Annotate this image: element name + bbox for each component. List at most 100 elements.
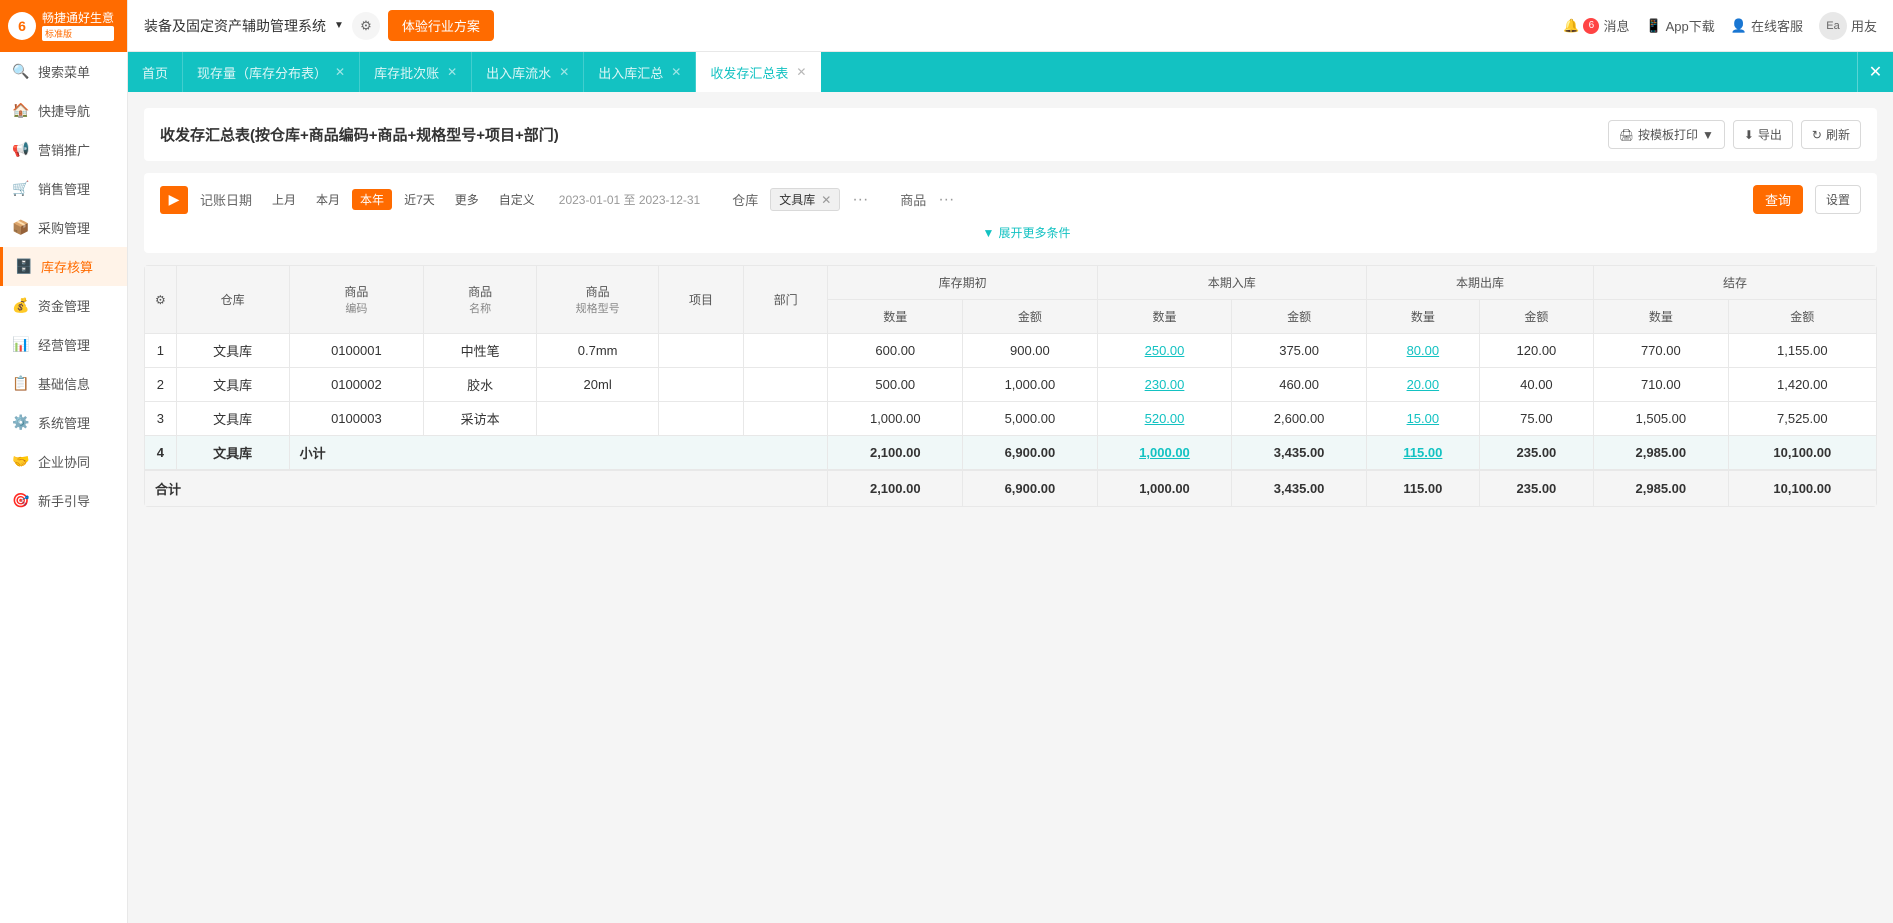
- filter-area: ▶ 记账日期 上月 本月 本年 近7天 更多 自定义 2023-01-01 至 …: [144, 173, 1877, 253]
- expand-conditions-button[interactable]: ▼ 展开更多条件: [983, 224, 1071, 241]
- shortcut-more[interactable]: 更多: [447, 189, 487, 210]
- logo-icon: 6: [8, 12, 36, 40]
- row-in-amount: 460.00: [1232, 368, 1367, 402]
- sidebar-item-system[interactable]: ⚙️ 系统管理: [0, 403, 127, 442]
- warehouse-label: 仓库: [732, 190, 758, 209]
- row-department: [743, 334, 828, 368]
- user-menu[interactable]: Ea 用友: [1819, 12, 1877, 40]
- service-icon: 👤: [1731, 18, 1747, 34]
- online-service-button[interactable]: 👤 在线客服: [1731, 16, 1803, 35]
- sidebar-item-search[interactable]: 🔍 搜索菜单: [0, 52, 127, 91]
- tab-summary[interactable]: 出入库汇总 ✕: [584, 52, 696, 92]
- expand-icon: ▼: [983, 226, 995, 240]
- col-in-amount: 金额: [1232, 300, 1367, 334]
- close-all-tabs-button[interactable]: ✕: [1857, 52, 1893, 92]
- row-no: 3: [145, 402, 177, 436]
- operations-icon: 📊: [12, 336, 30, 354]
- subtotal-in-qty[interactable]: 1,000.00: [1097, 436, 1232, 471]
- tab-summary-close[interactable]: ✕: [671, 65, 681, 79]
- shortcut-7days[interactable]: 近7天: [396, 189, 443, 210]
- app-download-label: App下载: [1666, 16, 1715, 35]
- page-title: 收发存汇总表(按仓库+商品编码+商品+规格型号+项目+部门): [160, 124, 559, 145]
- date-label: 记账日期: [200, 190, 252, 209]
- bell-icon: 🔔: [1563, 18, 1579, 34]
- page-header: 收发存汇总表(按仓库+商品编码+商品+规格型号+项目+部门) 🖨 按模板打印 ▼…: [144, 108, 1877, 161]
- tab-batch[interactable]: 库存批次账 ✕: [360, 52, 472, 92]
- page-title-row: 收发存汇总表(按仓库+商品编码+商品+规格型号+项目+部门) 🖨 按模板打印 ▼…: [160, 120, 1861, 149]
- notification-button[interactable]: 🔔 6 消息: [1563, 16, 1629, 35]
- tab-batch-label: 库存批次账: [374, 63, 439, 82]
- col-opening-amount: 金额: [963, 300, 1098, 334]
- table-row: 1 文具库 0100001 中性笔 0.7mm 600.00 900.00 25…: [145, 334, 1877, 368]
- warehouse-more-btn[interactable]: ···: [852, 191, 868, 209]
- tab-flow[interactable]: 出入库流水 ✕: [472, 52, 584, 92]
- sidebar-item-label: 库存核算: [41, 257, 93, 276]
- total-balance-qty: 2,985.00: [1594, 470, 1729, 507]
- row-in-qty[interactable]: 520.00: [1097, 402, 1232, 436]
- tab-receipt-summary[interactable]: 收发存汇总表 ✕: [696, 52, 821, 92]
- row-opening-amount: 5,000.00: [963, 402, 1098, 436]
- sidebar-item-marketing[interactable]: 📢 营销推广: [0, 130, 127, 169]
- header-right: 🔔 6 消息 📱 App下载 👤 在线客服 Ea 用友: [1563, 12, 1877, 40]
- sidebar-item-operations[interactable]: 📊 经营管理: [0, 325, 127, 364]
- sidebar-item-quicknav[interactable]: 🏠 快捷导航: [0, 91, 127, 130]
- export-button[interactable]: ⬇ 导出: [1733, 120, 1793, 149]
- filter-settings-button[interactable]: 设置: [1815, 185, 1861, 214]
- sidebar-item-finance[interactable]: 💰 资金管理: [0, 286, 127, 325]
- col-goods-code: 商品 编码: [289, 266, 424, 334]
- phone-icon: 📱: [1645, 18, 1661, 34]
- table-row: 3 文具库 0100003 采访本 1,000.00 5,000.00 520.…: [145, 402, 1877, 436]
- finance-icon: 💰: [12, 297, 30, 315]
- sidebar-item-guide[interactable]: 🎯 新手引导: [0, 481, 127, 520]
- shortcut-this-month[interactable]: 本月: [308, 189, 348, 210]
- trial-button[interactable]: 体验行业方案: [388, 10, 494, 41]
- tab-batch-close[interactable]: ✕: [447, 65, 457, 79]
- app-download-button[interactable]: 📱 App下载: [1645, 16, 1714, 35]
- table-row: 2 文具库 0100002 胶水 20ml 500.00 1,000.00 23…: [145, 368, 1877, 402]
- settings-button[interactable]: ⚙: [352, 12, 380, 40]
- row-out-qty[interactable]: 20.00: [1366, 368, 1479, 402]
- subtotal-opening-amount: 6,900.00: [963, 436, 1098, 471]
- row-out-qty[interactable]: 80.00: [1366, 334, 1479, 368]
- tab-flow-close[interactable]: ✕: [559, 65, 569, 79]
- shortcut-this-year[interactable]: 本年: [352, 189, 392, 210]
- tab-home[interactable]: 首页: [128, 52, 183, 92]
- sidebar-item-purchase[interactable]: 📦 采购管理: [0, 208, 127, 247]
- tab-receipt-summary-close[interactable]: ✕: [796, 65, 806, 79]
- row-opening-qty: 500.00: [828, 368, 963, 402]
- tab-inventory-dist[interactable]: 现存量（库存分布表） ✕: [183, 52, 360, 92]
- sidebar-item-basic[interactable]: 📋 基础信息: [0, 364, 127, 403]
- warehouse-tag-close[interactable]: ✕: [821, 193, 831, 207]
- row-in-amount: 375.00: [1232, 334, 1367, 368]
- row-balance-amount: 7,525.00: [1728, 402, 1876, 436]
- shortcut-custom[interactable]: 自定义: [491, 189, 543, 210]
- shortcut-last-month[interactable]: 上月: [264, 189, 304, 210]
- logo-text: 畅捷通好生意 标准版: [42, 11, 114, 42]
- sidebar-item-sales[interactable]: 🛒 销售管理: [0, 169, 127, 208]
- row-out-qty[interactable]: 15.00: [1366, 402, 1479, 436]
- filter-collapse-btn[interactable]: ▶: [160, 186, 188, 214]
- row-in-qty[interactable]: 250.00: [1097, 334, 1232, 368]
- username-label: 用友: [1851, 16, 1877, 35]
- sidebar-item-enterprise[interactable]: 🤝 企业协同: [0, 442, 127, 481]
- sidebar-item-label: 新手引导: [38, 491, 90, 510]
- row-goods-code: 0100002: [289, 368, 424, 402]
- refresh-button[interactable]: ↻ 刷新: [1801, 120, 1861, 149]
- row-balance-amount: 1,420.00: [1728, 368, 1876, 402]
- col-goods-name: 商品 名称: [424, 266, 537, 334]
- row-department: [743, 402, 828, 436]
- sidebar-item-label: 企业协同: [38, 452, 90, 471]
- sidebar-item-inventory[interactable]: 🗄️ 库存核算: [0, 247, 127, 286]
- row-project: [659, 368, 744, 402]
- goods-more-btn[interactable]: ···: [938, 191, 954, 209]
- query-button[interactable]: 查询: [1753, 185, 1803, 214]
- col-department: 部门: [743, 266, 828, 334]
- subtotal-out-qty[interactable]: 115.00: [1366, 436, 1479, 471]
- header-left: 装备及固定资产辅助管理系统 ▼ ⚙ 体验行业方案: [144, 10, 494, 41]
- total-out-qty: 115.00: [1366, 470, 1479, 507]
- row-in-qty[interactable]: 230.00: [1097, 368, 1232, 402]
- print-button[interactable]: 🖨 按模板打印 ▼: [1608, 120, 1725, 149]
- col-group-out: 本期出库: [1366, 266, 1593, 300]
- tab-inventory-dist-close[interactable]: ✕: [335, 65, 345, 79]
- col-settings[interactable]: ⚙: [145, 266, 177, 334]
